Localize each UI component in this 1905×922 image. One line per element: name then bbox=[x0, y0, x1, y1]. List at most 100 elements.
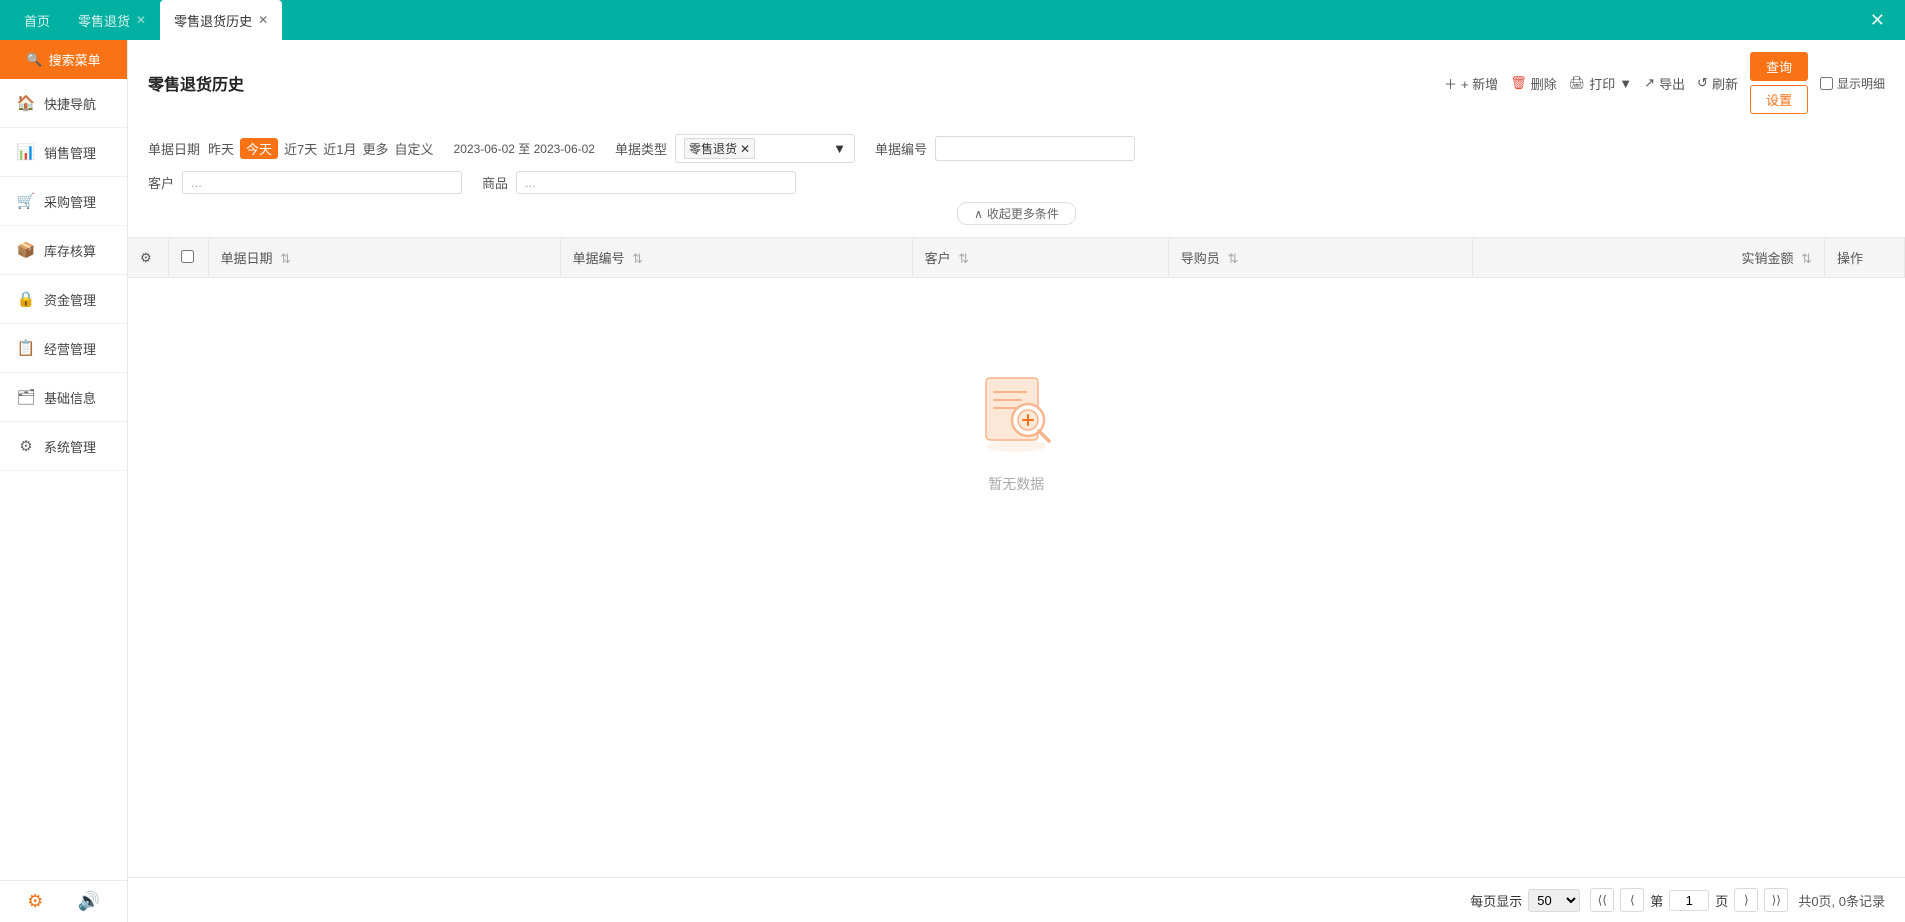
table-body: 暂无数据 bbox=[128, 278, 1905, 575]
setting-button[interactable]: 设置 bbox=[1750, 85, 1808, 114]
operations-icon: 📋 bbox=[16, 338, 36, 358]
export-button[interactable]: ↗ 导出 bbox=[1644, 74, 1685, 93]
sidebar-item-finance[interactable]: 🔒 资金管理 bbox=[0, 275, 127, 324]
inventory-icon: 📦 bbox=[16, 240, 36, 260]
sidebar-item-quick-nav[interactable]: 🏠 快捷导航 bbox=[0, 79, 127, 128]
per-page-control: 每页显示 10 20 50 100 bbox=[1470, 889, 1580, 912]
sidebar-item-purchase-mgmt[interactable]: 🛒 采购管理 bbox=[0, 177, 127, 226]
new-icon: ＋ bbox=[1444, 74, 1457, 93]
th-amount[interactable]: 实销金额 ⇅ bbox=[1472, 238, 1824, 278]
sort-amount-icon: ⇅ bbox=[1801, 251, 1812, 266]
show-detail-checkbox-label[interactable]: 显示明细 bbox=[1820, 75, 1885, 92]
content-area: 零售退货历史 ＋ + 新增 🗑 删除 🖨 打印 ▼ bbox=[128, 40, 1905, 922]
collapse-up-icon: ∧ bbox=[974, 207, 983, 221]
print-icon: 🖨 bbox=[1569, 75, 1586, 91]
th-checkbox[interactable] bbox=[168, 238, 208, 278]
th-bill-no[interactable]: 单据编号 ⇅ bbox=[560, 238, 912, 278]
tab-bar: 首页 零售退货 ✕ 零售退货历史 ✕ ✕ bbox=[0, 0, 1905, 40]
sort-guide-icon: ⇅ bbox=[1227, 251, 1238, 266]
customer-filter: 客户 ... bbox=[148, 171, 462, 194]
per-page-select[interactable]: 10 20 50 100 bbox=[1528, 889, 1580, 912]
sidebar-item-system-mgmt[interactable]: ⚙ 系统管理 bbox=[0, 422, 127, 471]
goods-dots: ... bbox=[525, 175, 536, 190]
audio-icon[interactable]: 🔊 bbox=[77, 891, 99, 912]
bill-type-filter: 单据类型 零售退货 ✕ ▼ bbox=[615, 134, 855, 163]
select-all-checkbox[interactable] bbox=[181, 250, 194, 263]
page-title: 零售退货历史 bbox=[148, 71, 244, 95]
empty-text: 暂无数据 bbox=[988, 474, 1044, 494]
date-range-display: 2023-06-02 至 2023-06-02 bbox=[454, 140, 595, 157]
sidebar-item-operations[interactable]: 📋 经营管理 bbox=[0, 324, 127, 373]
delete-button[interactable]: 🗑 删除 bbox=[1510, 74, 1557, 93]
new-button[interactable]: ＋ + 新增 bbox=[1444, 74, 1498, 93]
home-icon: 🏠 bbox=[16, 93, 36, 113]
sidebar-nav: 🏠 快捷导航 📊 销售管理 🛒 采购管理 📦 库存核算 🔒 资金管理 📋 bbox=[0, 79, 127, 880]
bill-type-select[interactable]: 零售退货 ✕ ▼ bbox=[675, 134, 855, 163]
shortcut-more[interactable]: 更多 bbox=[363, 139, 389, 158]
shortcut-today[interactable]: 今天 bbox=[240, 138, 278, 159]
filter-area: 单据日期 昨天 今天 近7天 近1月 更多 自定义 2023-06-02 至 2… bbox=[148, 124, 1885, 237]
page-prev-button[interactable]: ⟨ bbox=[1620, 888, 1644, 912]
query-button[interactable]: 查询 bbox=[1750, 52, 1808, 81]
page-nav: ⟨⟨ ⟨ 第 1 页 ⟩ ⟩⟩ bbox=[1590, 888, 1788, 912]
th-bill-date[interactable]: 单据日期 ⇅ bbox=[208, 238, 560, 278]
refresh-button[interactable]: ↺ 刷新 bbox=[1697, 74, 1738, 93]
tag-close-icon[interactable]: ✕ bbox=[740, 142, 750, 156]
tab-home[interactable]: 首页 bbox=[10, 0, 64, 40]
sidebar-item-inventory[interactable]: 📦 库存核算 bbox=[0, 226, 127, 275]
date-filter: 单据日期 昨天 今天 近7天 近1月 更多 自定义 bbox=[148, 138, 434, 159]
pagination-bar: 每页显示 10 20 50 100 ⟨⟨ ⟨ 第 1 页 ⟩ ⟩⟩ 共0页, 0… bbox=[128, 877, 1905, 922]
close-tab-retail-return[interactable]: ✕ bbox=[136, 13, 146, 27]
collapse-button[interactable]: ∧ 收起更多条件 bbox=[957, 202, 1076, 225]
shortcut-last1m[interactable]: 近1月 bbox=[323, 139, 356, 158]
collapse-bar: ∧ 收起更多条件 bbox=[148, 202, 1885, 225]
date-shortcuts: 昨天 今天 近7天 近1月 更多 自定义 bbox=[208, 138, 434, 159]
th-customer[interactable]: 客户 ⇅ bbox=[912, 238, 1168, 278]
shortcut-yesterday[interactable]: 昨天 bbox=[208, 139, 234, 158]
shortcut-custom[interactable]: 自定义 bbox=[395, 139, 434, 158]
page-last-button[interactable]: ⟩⟩ bbox=[1764, 888, 1788, 912]
empty-illustration bbox=[966, 358, 1066, 458]
refresh-icon: ↺ bbox=[1697, 75, 1708, 91]
export-icon: ↗ bbox=[1644, 75, 1655, 91]
sidebar-bottom: ⚙ 🔊 bbox=[0, 880, 127, 922]
bill-no-input[interactable] bbox=[935, 136, 1135, 161]
th-setting[interactable]: ⚙ bbox=[128, 238, 168, 278]
system-icon: ⚙ bbox=[16, 436, 36, 456]
close-tab-retail-return-history[interactable]: ✕ bbox=[258, 13, 268, 27]
shortcut-last7[interactable]: 近7天 bbox=[284, 139, 317, 158]
customer-select[interactable]: ... bbox=[182, 171, 462, 194]
customer-dots: ... bbox=[191, 175, 202, 190]
tab-retail-return[interactable]: 零售退货 ✕ bbox=[64, 0, 160, 40]
th-ops: 操作 bbox=[1825, 238, 1905, 278]
page-first-button[interactable]: ⟨⟨ bbox=[1590, 888, 1614, 912]
data-table: ⚙ 单据日期 ⇅ 单据编号 ⇅ bbox=[128, 238, 1905, 574]
print-button[interactable]: 🖨 打印 ▼ bbox=[1569, 74, 1632, 93]
table-container: ⚙ 单据日期 ⇅ 单据编号 ⇅ bbox=[128, 238, 1905, 877]
empty-state-cell: 暂无数据 bbox=[128, 278, 1905, 575]
page-header: 零售退货历史 ＋ + 新增 🗑 删除 🖨 打印 ▼ bbox=[128, 40, 1905, 238]
bill-type-tag: 零售退货 ✕ bbox=[684, 138, 755, 159]
sidebar-item-sales-mgmt[interactable]: 📊 销售管理 bbox=[0, 128, 127, 177]
toolbar: ＋ + 新增 🗑 删除 🖨 打印 ▼ ↗ 导出 bbox=[1444, 52, 1885, 114]
dropdown-icon: ▼ bbox=[833, 141, 846, 156]
empty-state: 暂无数据 bbox=[128, 278, 1905, 574]
show-detail-checkbox[interactable] bbox=[1820, 77, 1833, 90]
search-menu[interactable]: 🔍 搜索菜单 bbox=[0, 40, 127, 79]
page-next-button[interactable]: ⟩ bbox=[1734, 888, 1758, 912]
print-dropdown-icon: ▼ bbox=[1619, 76, 1632, 91]
basic-info-icon: 🗂 bbox=[16, 387, 36, 407]
page-number-input[interactable]: 1 bbox=[1669, 890, 1709, 911]
delete-icon: 🗑 bbox=[1510, 75, 1527, 91]
settings-bottom-icon[interactable]: ⚙ bbox=[27, 891, 43, 912]
search-icon: 🔍 bbox=[26, 52, 42, 68]
sidebar-item-basic-info[interactable]: 🗂 基础信息 bbox=[0, 373, 127, 422]
bill-no-filter: 单据编号 bbox=[875, 136, 1135, 161]
close-window-button[interactable]: ✕ bbox=[1860, 10, 1895, 31]
tab-retail-return-history[interactable]: 零售退货历史 ✕ bbox=[160, 0, 282, 40]
sort-bill-no-icon: ⇅ bbox=[632, 251, 643, 266]
column-setting-icon[interactable]: ⚙ bbox=[140, 250, 152, 265]
goods-select[interactable]: ... bbox=[516, 171, 796, 194]
th-guide[interactable]: 导购员 ⇅ bbox=[1168, 238, 1472, 278]
sidebar: 🔍 搜索菜单 🏠 快捷导航 📊 销售管理 🛒 采购管理 📦 库存核算 🔒 bbox=[0, 40, 128, 922]
